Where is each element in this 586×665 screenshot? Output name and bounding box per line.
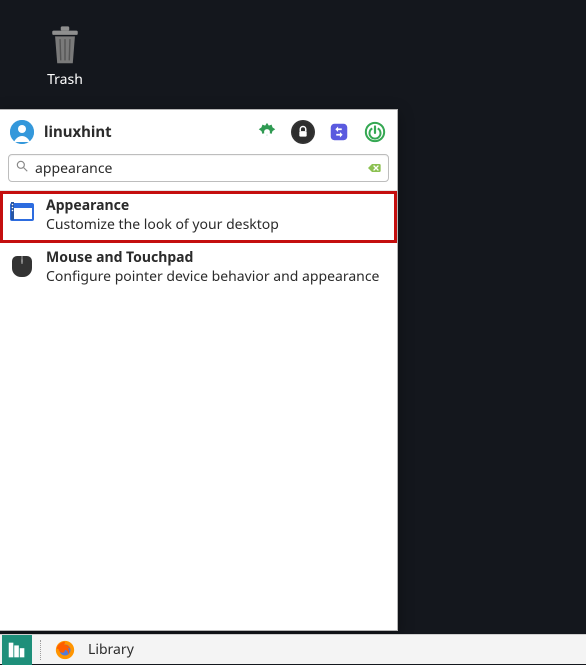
result-item-mouse-touchpad[interactable]: Mouse and Touchpad Configure pointer dev…	[0, 243, 397, 295]
result-title: Appearance	[46, 197, 279, 216]
result-subtitle: Customize the look of your desktop	[46, 216, 279, 235]
search-box[interactable]	[8, 154, 389, 182]
search-input[interactable]	[35, 159, 360, 178]
results-list: Appearance Customize the look of your de…	[0, 190, 397, 630]
taskbar-item-label[interactable]: Library	[88, 640, 134, 659]
logout-icon[interactable]	[363, 120, 387, 144]
trash-desktop-icon[interactable]: Trash	[38, 24, 92, 89]
trash-icon	[48, 24, 82, 66]
switch-user-icon[interactable]	[327, 120, 351, 144]
result-item-appearance[interactable]: Appearance Customize the look of your de…	[0, 191, 397, 243]
lock-icon[interactable]	[291, 120, 315, 144]
mouse-icon	[8, 251, 36, 279]
result-subtitle: Configure pointer device behavior and ap…	[46, 268, 379, 287]
taskbar: Library	[0, 634, 586, 664]
settings-icon[interactable]	[255, 120, 279, 144]
appearance-icon	[8, 199, 36, 227]
firefox-icon[interactable]	[54, 639, 76, 661]
username-label: linuxhint	[44, 122, 245, 142]
user-avatar-icon[interactable]	[10, 120, 34, 144]
result-title: Mouse and Touchpad	[46, 249, 379, 268]
start-menu-button[interactable]	[2, 635, 32, 665]
search-icon	[15, 159, 29, 178]
search-row	[0, 154, 397, 190]
header-icons	[255, 120, 387, 144]
result-text: Appearance Customize the look of your de…	[46, 197, 279, 235]
menu-header: linuxhint	[0, 110, 397, 154]
taskbar-separator	[40, 640, 46, 660]
app-menu: linuxhint	[0, 109, 398, 631]
clear-search-icon[interactable]	[366, 160, 382, 176]
trash-label: Trash	[47, 70, 83, 89]
result-text: Mouse and Touchpad Configure pointer dev…	[46, 249, 379, 287]
